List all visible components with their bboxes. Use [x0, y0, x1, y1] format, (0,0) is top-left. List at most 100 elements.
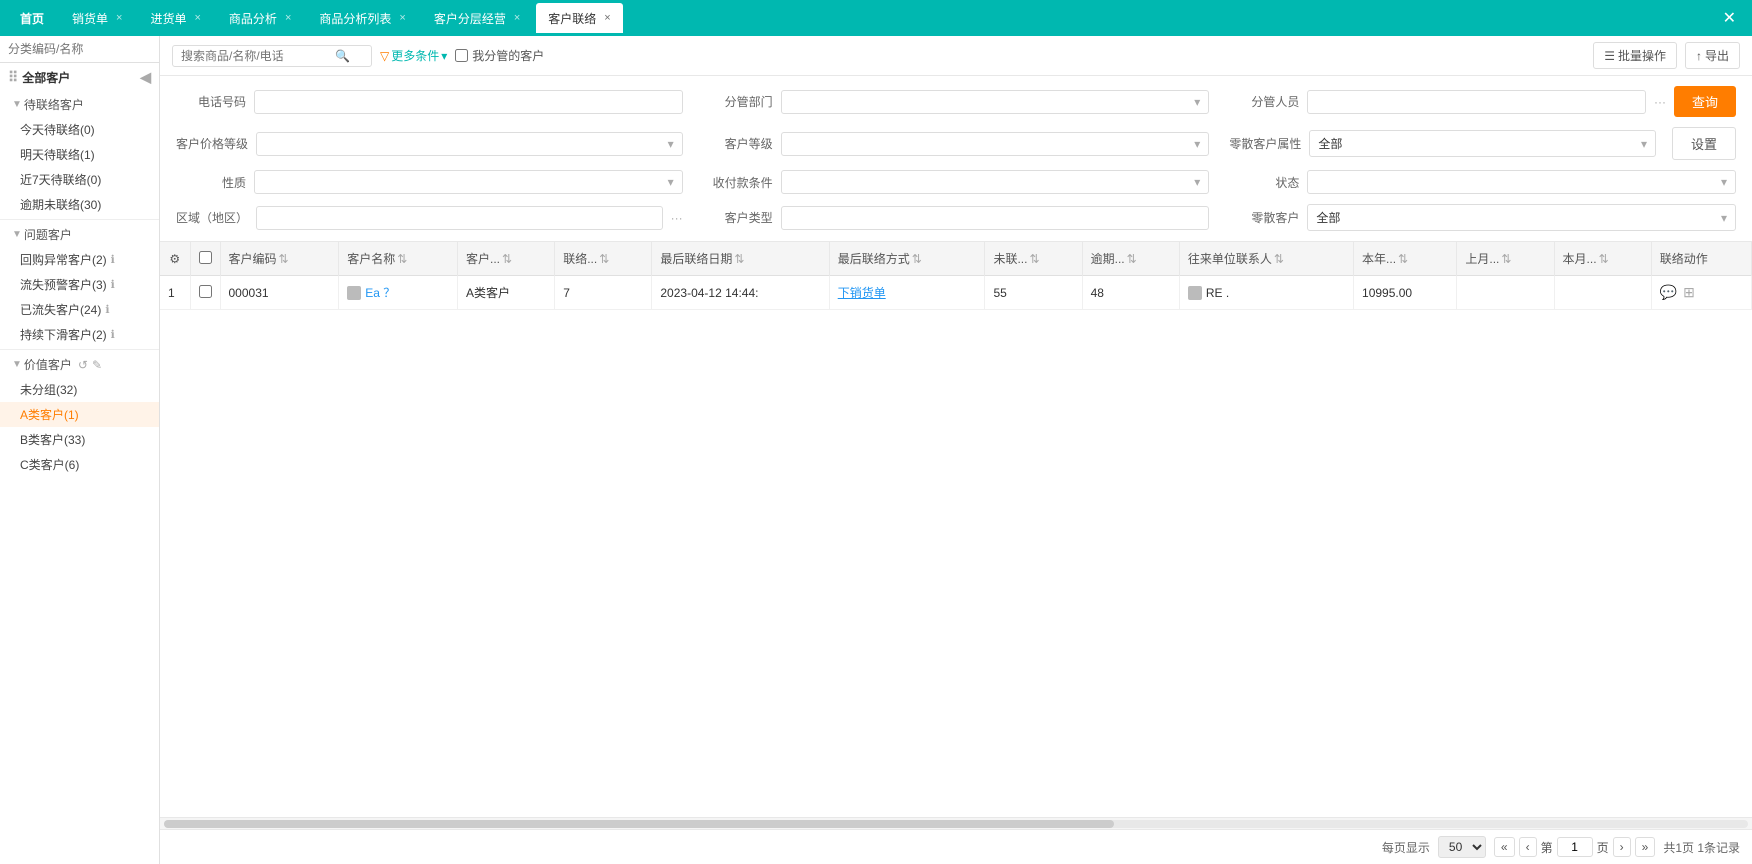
tab-purchase-close[interactable]: ×: [194, 12, 200, 24]
page-size-label: 每页显示: [1382, 839, 1430, 856]
sidebar-item-repurchase-abnormal[interactable]: 回购异常客户(2) ℹ: [0, 247, 159, 272]
sidebar-item-tomorrow[interactable]: 明天待联络(1): [0, 142, 159, 167]
tab-product-analysis[interactable]: 商品分析 ×: [217, 3, 303, 33]
customer-name-text[interactable]: Ea ？: [365, 284, 395, 301]
tab-sales[interactable]: 销货单 ×: [60, 3, 134, 33]
group-problem-label: 问题客户: [24, 226, 72, 243]
sort-code-icon[interactable]: ⇅: [279, 252, 289, 266]
retail-select[interactable]: 全部 ▾: [1307, 204, 1736, 231]
sort-overdue-icon[interactable]: ⇅: [1127, 252, 1137, 266]
tab-product-list-close[interactable]: ×: [399, 12, 405, 24]
sidebar-group-pending[interactable]: ▼ 待联络客户: [0, 92, 159, 117]
filter-search-box[interactable]: 🔍: [172, 45, 372, 67]
last-method-link[interactable]: 下销货单: [838, 286, 886, 300]
query-button[interactable]: 查询: [1674, 86, 1736, 117]
sidebar-item-b-class[interactable]: B类客户(33): [0, 427, 159, 452]
sidebar-item-c-class[interactable]: C类客户(6): [0, 452, 159, 477]
filter-row-nature: 性质 ▾: [176, 170, 683, 194]
row-last-method[interactable]: 下销货单: [829, 276, 985, 310]
sort-name-icon[interactable]: ⇅: [397, 252, 407, 266]
sort-last-month-icon[interactable]: ⇅: [1501, 252, 1511, 266]
dept-select[interactable]: ▾: [781, 90, 1210, 114]
page-total-text: 共1页 1条记录: [1663, 839, 1740, 856]
col-overdue: 逾期...⇅: [1082, 242, 1179, 276]
sort-last-method-icon[interactable]: ⇅: [912, 252, 922, 266]
comment-icon[interactable]: 💬: [1660, 284, 1677, 301]
col-settings[interactable]: ⚙: [160, 242, 190, 276]
sidebar-search-bar[interactable]: 🔍: [0, 36, 159, 63]
customer-level-select[interactable]: ▾: [781, 132, 1210, 156]
sort-no-contact-icon[interactable]: ⇅: [1029, 252, 1039, 266]
filter-more-btn[interactable]: ▽ 更多条件 ▾: [380, 47, 447, 64]
sidebar-group-value[interactable]: ▼ 价值客户 ↺ ✎: [0, 352, 159, 377]
sidebar-item-a-class[interactable]: A类客户(1): [0, 402, 159, 427]
sidebar-item-7days[interactable]: 近7天待联络(0): [0, 167, 159, 192]
retail-attr-select[interactable]: 全部 ▾: [1309, 130, 1656, 157]
row-checkbox[interactable]: [199, 285, 212, 298]
person-input[interactable]: [1307, 90, 1646, 114]
sidebar-group-problem[interactable]: ▼ 问题客户: [0, 222, 159, 247]
app-close-button[interactable]: ✕: [1715, 4, 1744, 32]
sort-last-date-icon[interactable]: ⇅: [734, 252, 744, 266]
col-last-method: 最后联络方式⇅: [829, 242, 985, 276]
sidebar-item-churned[interactable]: 已流失客户(24) ℹ: [0, 297, 159, 322]
page-input[interactable]: [1557, 837, 1593, 857]
my-customers-checkbox[interactable]: [455, 49, 468, 62]
sidebar-item-overdue[interactable]: 逾期未联络(30): [0, 192, 159, 217]
sort-contact-count-icon[interactable]: ⇅: [599, 252, 609, 266]
last-page-button[interactable]: »: [1635, 837, 1656, 857]
tab-purchase[interactable]: 进货单 ×: [138, 3, 212, 33]
tab-customer-tier[interactable]: 客户分层经营 ×: [422, 3, 532, 33]
col-checkbox-all[interactable]: [190, 242, 220, 276]
filter-search-input[interactable]: [181, 49, 331, 63]
sidebar-search-input[interactable]: [8, 42, 160, 56]
scrollbar-thumb[interactable]: [164, 820, 1114, 828]
sidebar-item-churn-warning[interactable]: 流失预警客户(3) ℹ: [0, 272, 159, 297]
person-more-icon[interactable]: ···: [1654, 95, 1666, 109]
customer-type-input[interactable]: [781, 206, 1210, 230]
sidebar-item-today[interactable]: 今天待联络(0): [0, 117, 159, 142]
row-checkbox-cell[interactable]: [190, 276, 220, 310]
select-all-checkbox[interactable]: [199, 251, 212, 264]
status-select[interactable]: ▾: [1307, 170, 1736, 194]
tab-customer-tier-close[interactable]: ×: [514, 12, 520, 24]
prev-page-button[interactable]: ‹: [1519, 837, 1537, 857]
tab-product-list[interactable]: 商品分析列表 ×: [307, 3, 417, 33]
region-more-icon[interactable]: ···: [671, 211, 683, 225]
setting-button[interactable]: 设置: [1672, 127, 1736, 160]
export-button[interactable]: ↑ 导出: [1685, 42, 1740, 69]
phone-input[interactable]: [254, 90, 683, 114]
sort-this-year-icon[interactable]: ⇅: [1398, 252, 1408, 266]
tab-sales-close[interactable]: ×: [116, 12, 122, 24]
page-size-select[interactable]: 50: [1438, 836, 1486, 858]
row-action[interactable]: 💬 ⊞: [1651, 276, 1751, 310]
row-this-year: 10995.00: [1354, 276, 1457, 310]
nature-select[interactable]: ▾: [254, 170, 683, 194]
sidebar-all-customers[interactable]: ⠿ 全部客户 ◀: [0, 63, 159, 92]
horizontal-scrollbar[interactable]: [160, 817, 1752, 829]
filter-my-customers[interactable]: 我分管的客户: [455, 47, 544, 64]
sort-this-month-icon[interactable]: ⇅: [1599, 252, 1609, 266]
first-page-button[interactable]: «: [1494, 837, 1515, 857]
scrollbar-track[interactable]: [164, 820, 1748, 828]
payment-select[interactable]: ▾: [781, 170, 1210, 194]
tab-customer-contact[interactable]: 客户联络 ×: [536, 3, 622, 33]
value-refresh-icon[interactable]: ↺: [78, 358, 88, 372]
batch-operation-button[interactable]: ☰ 批量操作: [1593, 42, 1677, 69]
tab-home[interactable]: 首页: [8, 3, 56, 33]
filter-search-icon[interactable]: 🔍: [335, 49, 350, 63]
sidebar-item-ungrouped[interactable]: 未分组(32): [0, 377, 159, 402]
qr-icon[interactable]: ⊞: [1683, 284, 1695, 301]
tab-customer-contact-close[interactable]: ×: [604, 12, 610, 24]
price-level-select[interactable]: ▾: [256, 132, 683, 156]
sort-company-contact-icon[interactable]: ⇅: [1274, 252, 1284, 266]
phone-label: 电话号码: [176, 93, 246, 110]
next-page-button[interactable]: ›: [1613, 837, 1631, 857]
sidebar-collapse-icon[interactable]: ◀: [140, 69, 151, 86]
tab-product-analysis-close[interactable]: ×: [285, 12, 291, 24]
sidebar-item-declining[interactable]: 持续下滑客户(2) ℹ: [0, 322, 159, 347]
region-input[interactable]: [256, 206, 663, 230]
sort-level-icon[interactable]: ⇅: [502, 252, 512, 266]
tab-home-label: 首页: [20, 10, 44, 27]
value-edit-icon[interactable]: ✎: [92, 358, 102, 372]
